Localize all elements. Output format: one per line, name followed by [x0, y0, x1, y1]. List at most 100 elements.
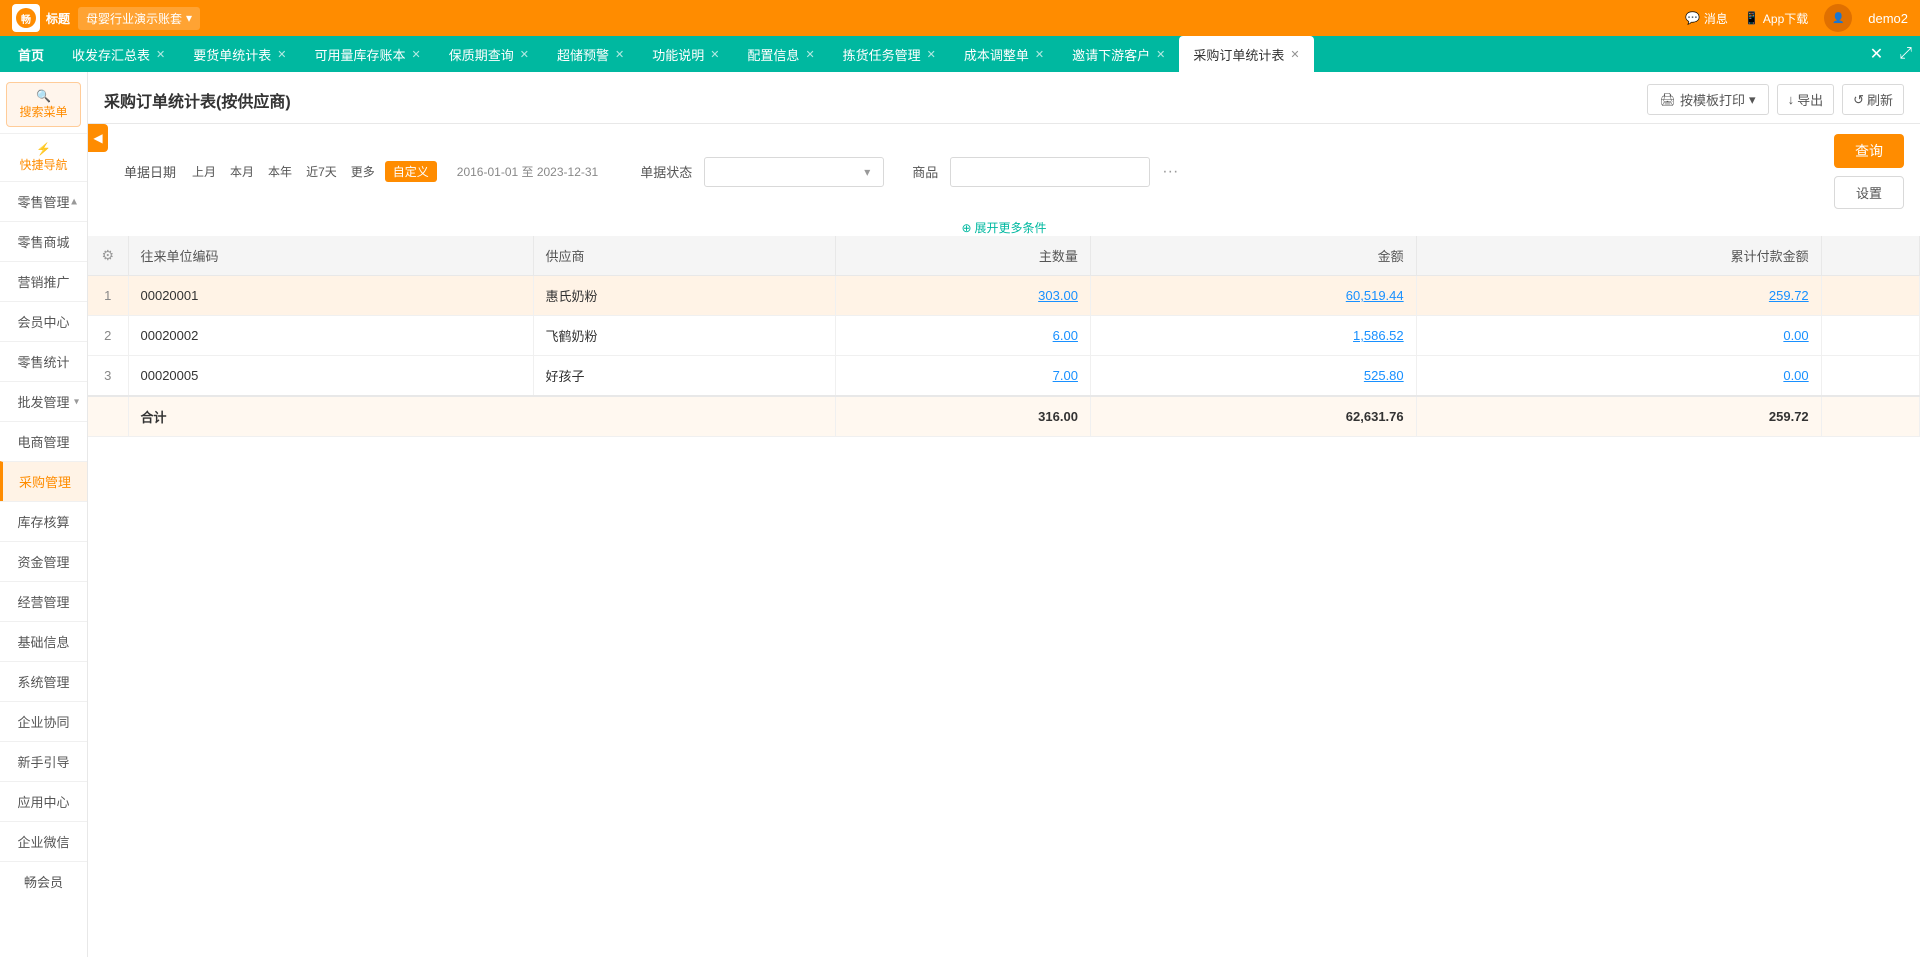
tab-inventory[interactable]: 可用量库存账本 ✕	[300, 36, 434, 72]
print-btn[interactable]: 🖨 按模板打印 ▾	[1647, 84, 1769, 115]
sidebar-new-guide-label: 新手引导	[6, 752, 81, 771]
workspace-arrow: ▾	[186, 11, 192, 25]
sidebar-item-retail-shop[interactable]: 零售商城	[0, 221, 87, 261]
tab-invite[interactable]: 邀请下游客户 ✕	[1058, 36, 1179, 72]
cell-quantity[interactable]: 7.00	[836, 356, 1091, 397]
more-options-icon[interactable]: ···	[1162, 163, 1178, 181]
gear-icon[interactable]: ⚙	[101, 247, 114, 263]
sidebar-item-system[interactable]: 系统管理	[0, 661, 87, 701]
tab-order-summary[interactable]: 要货单统计表 ✕	[179, 36, 300, 72]
tab-pick-tasks[interactable]: 拣货任务管理 ✕	[829, 36, 950, 72]
nav-maximize-icon[interactable]: ⤢	[1895, 45, 1916, 63]
sidebar-item-retail-mgmt[interactable]: 零售管理 ▲	[0, 181, 87, 221]
sidebar-item-finance[interactable]: 资金管理	[0, 541, 87, 581]
cell-paid[interactable]: 0.00	[1416, 316, 1821, 356]
query-btn[interactable]: 查询	[1834, 134, 1904, 168]
expand-conditions-btn[interactable]: ⊕ 展开更多条件	[961, 219, 1046, 236]
workspace-selector[interactable]: 母婴行业演示账套 ▾	[78, 7, 200, 30]
cell-amount[interactable]: 525.80	[1090, 356, 1416, 397]
date-btn-this-year[interactable]: 本年	[264, 161, 296, 182]
cell-quantity[interactable]: 303.00	[836, 276, 1091, 316]
nav-tabs-right: ✕ ⤢	[1866, 44, 1916, 64]
cell-paid[interactable]: 259.72	[1416, 276, 1821, 316]
quick-nav-btn[interactable]: ⚡ 快捷导航	[0, 133, 87, 181]
tab-pick-tasks-close[interactable]: ✕	[927, 48, 936, 61]
date-btn-7days[interactable]: 近7天	[302, 161, 341, 182]
filter-toggle-btn[interactable]: ◀	[88, 124, 108, 152]
date-btn-more[interactable]: 更多	[347, 161, 379, 182]
sidebar-item-enterprise-collab[interactable]: 企业协同	[0, 701, 87, 741]
avatar[interactable]: 👤	[1824, 4, 1852, 32]
tab-config-close[interactable]: ✕	[805, 48, 814, 61]
export-btn[interactable]: ↓ 导出	[1777, 84, 1835, 115]
date-custom-tag[interactable]: 自定义	[385, 161, 437, 182]
date-btn-this-month[interactable]: 本月	[226, 161, 258, 182]
tab-purchase-summary-label: 采购订单统计表	[1193, 45, 1284, 64]
goods-input[interactable]	[950, 157, 1150, 187]
sidebar-item-new-guide[interactable]: 新手引导	[0, 741, 87, 781]
date-label: 单据日期	[124, 162, 176, 181]
tab-cost-adjust[interactable]: 成本调整单 ✕	[950, 36, 1058, 72]
table-area: ⚙ 往来单位编码 供应商 主数量 金额 累计付款金额 1 00020001 惠氏…	[88, 236, 1920, 957]
export-label: 导出	[1797, 90, 1823, 109]
sidebar-item-members[interactable]: 畅会员	[0, 861, 87, 901]
message-btn[interactable]: 💬 消息	[1685, 10, 1728, 27]
cell-code: 00020002	[128, 316, 533, 356]
sidebar-system-label: 系统管理	[6, 672, 81, 691]
cell-amount[interactable]: 1,586.52	[1090, 316, 1416, 356]
sidebar-item-operations[interactable]: 经营管理	[0, 581, 87, 621]
sidebar-item-basic-info[interactable]: 基础信息	[0, 621, 87, 661]
sidebar: 🔍 搜索菜单 ⚡ 快捷导航 零售管理 ▲ 零售商城 营销推广 会员中心 零售统计…	[0, 72, 88, 957]
tab-order-summary-close[interactable]: ✕	[277, 48, 286, 61]
date-btn-last-month[interactable]: 上月	[188, 161, 220, 182]
tab-overstock[interactable]: 超储预警 ✕	[543, 36, 638, 72]
cell-code: 00020005	[128, 356, 533, 397]
tab-purchase-summary[interactable]: 采购订单统计表 ✕	[1179, 36, 1313, 72]
refresh-label: 刷新	[1867, 90, 1893, 109]
table-row: 1 00020001 惠氏奶粉 303.00 60,519.44 259.72	[88, 276, 1920, 316]
sidebar-item-inventory-check[interactable]: 库存核算	[0, 501, 87, 541]
search-menu-btn[interactable]: 🔍 搜索菜单	[6, 82, 81, 127]
sidebar-item-purchase[interactable]: 采购管理	[0, 461, 87, 501]
app-download-btn[interactable]: 📱 App下载	[1744, 10, 1808, 27]
tab-cost-adjust-close[interactable]: ✕	[1035, 48, 1044, 61]
workspace-name: 母婴行业演示账套	[86, 10, 182, 27]
tab-inventory-close[interactable]: ✕	[412, 48, 421, 61]
tab-overstock-close[interactable]: ✕	[615, 48, 624, 61]
sidebar-item-retail-stats[interactable]: 零售统计	[0, 341, 87, 381]
cell-amount[interactable]: 60,519.44	[1090, 276, 1416, 316]
sidebar-item-app-center[interactable]: 应用中心	[0, 781, 87, 821]
tab-warranty[interactable]: 保质期查询 ✕	[435, 36, 543, 72]
cell-quantity[interactable]: 6.00	[836, 316, 1091, 356]
tab-collection-close[interactable]: ✕	[156, 48, 165, 61]
tab-features-close[interactable]: ✕	[710, 48, 719, 61]
export-icon: ↓	[1788, 92, 1795, 107]
tab-features[interactable]: 功能说明 ✕	[638, 36, 733, 72]
col-code: 往来单位编码	[128, 236, 533, 276]
sidebar-item-enterprise-wechat[interactable]: 企业微信	[0, 821, 87, 861]
sidebar-item-marketing[interactable]: 营销推广	[0, 261, 87, 301]
sidebar-inventory-check-label: 库存核算	[6, 512, 81, 531]
status-select[interactable]	[704, 157, 884, 187]
sidebar-item-wholesale[interactable]: 批发管理 ▾	[0, 381, 87, 421]
tab-features-label: 功能说明	[652, 45, 704, 64]
settings-btn[interactable]: 设置	[1834, 176, 1904, 209]
main-layout: 🔍 搜索菜单 ⚡ 快捷导航 零售管理 ▲ 零售商城 营销推广 会员中心 零售统计…	[0, 72, 1920, 957]
refresh-btn[interactable]: ↺ 刷新	[1842, 84, 1904, 115]
tab-overstock-label: 超储预警	[557, 45, 609, 64]
chevron-right-icon: ▾	[74, 396, 79, 407]
username-label[interactable]: demo2	[1868, 11, 1908, 26]
tab-invite-close[interactable]: ✕	[1156, 48, 1165, 61]
tab-collection[interactable]: 收发存汇总表 ✕	[58, 36, 179, 72]
sidebar-app-center-label: 应用中心	[6, 792, 81, 811]
nav-close-icon[interactable]: ✕	[1866, 44, 1887, 64]
tab-home[interactable]: 首页	[4, 36, 58, 72]
expand-arrow-icon: ⊕	[961, 221, 971, 235]
sidebar-item-member[interactable]: 会员中心	[0, 301, 87, 341]
cell-paid[interactable]: 0.00	[1416, 356, 1821, 397]
print-arrow: ▾	[1749, 92, 1756, 108]
sidebar-item-ecommerce[interactable]: 电商管理	[0, 421, 87, 461]
tab-purchase-summary-close[interactable]: ✕	[1290, 48, 1299, 61]
tab-config[interactable]: 配置信息 ✕	[733, 36, 828, 72]
tab-warranty-close[interactable]: ✕	[520, 48, 529, 61]
